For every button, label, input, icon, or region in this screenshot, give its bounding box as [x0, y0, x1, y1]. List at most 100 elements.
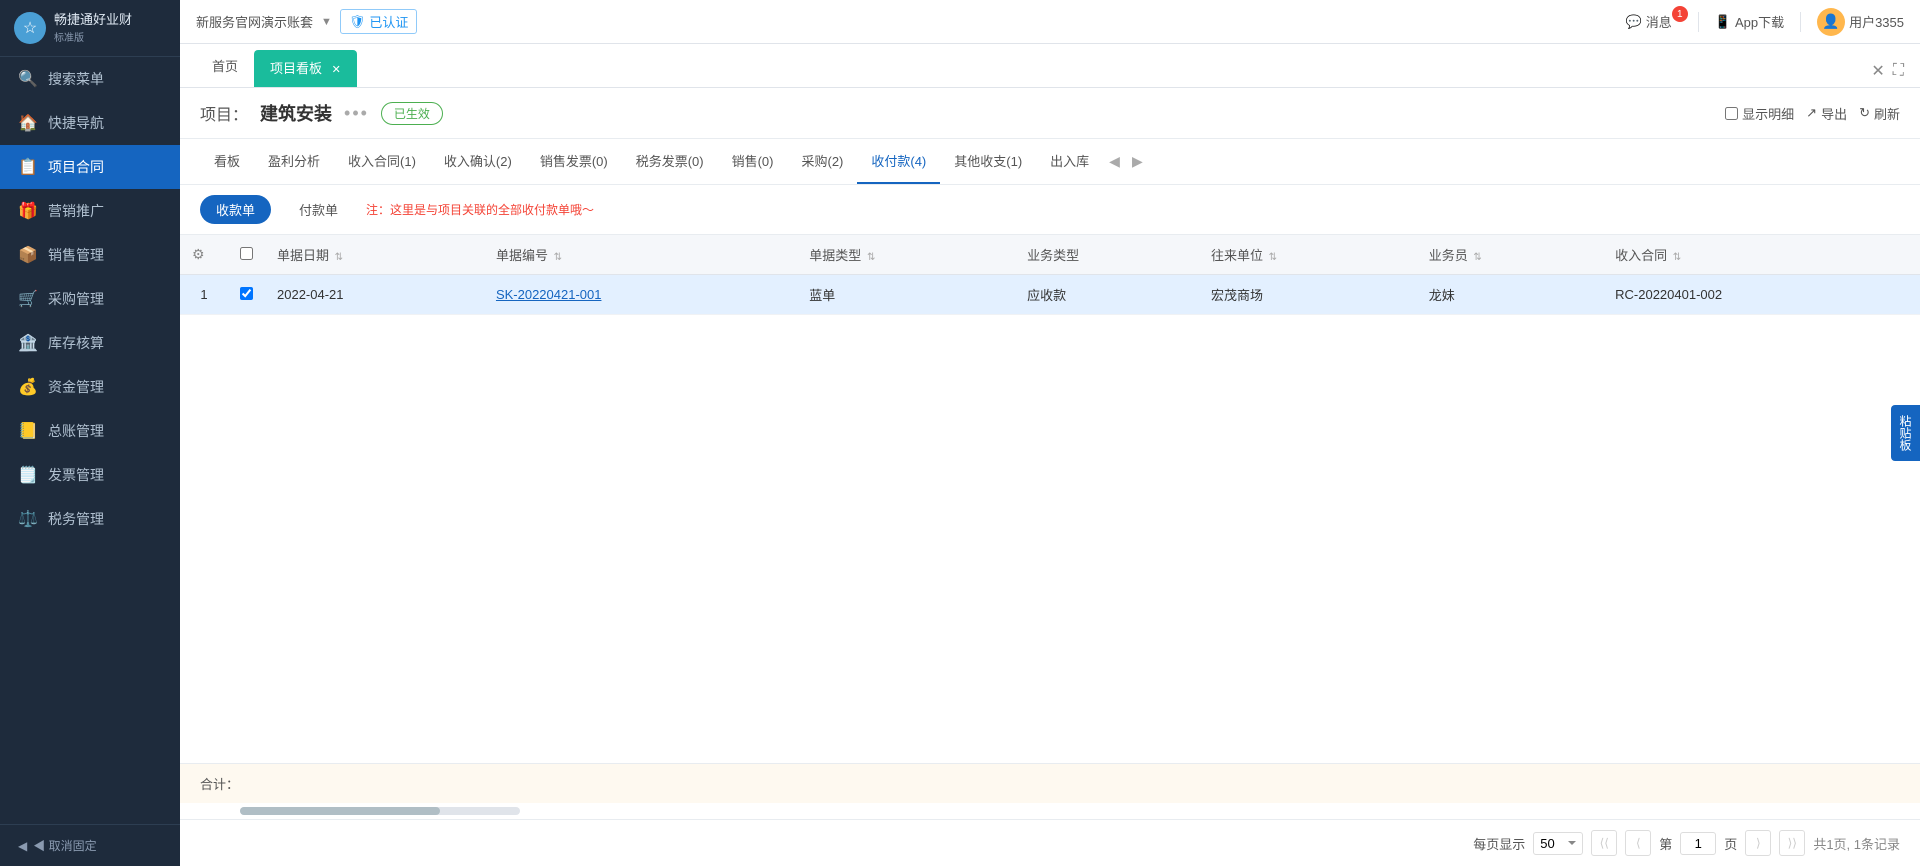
- sub-nav-other-expense[interactable]: 其他收支(1): [940, 139, 1036, 184]
- page-label: 第: [1659, 834, 1672, 853]
- gear-icon[interactable]: ⚙: [192, 246, 205, 262]
- sub-nav-profit[interactable]: 盈利分析: [254, 139, 334, 184]
- sidebar-item-label: 采购管理: [48, 289, 104, 309]
- row-partner: 宏茂商场: [1199, 275, 1417, 315]
- sub-nav-in-out[interactable]: 出入库: [1036, 139, 1103, 184]
- sub-tab-payment[interactable]: 付款单: [283, 195, 354, 224]
- marketing-icon: 🎁: [18, 201, 38, 221]
- phone-icon: 📱: [1715, 14, 1731, 30]
- sidebar-item-quick-nav[interactable]: 🏠 快捷导航: [0, 101, 180, 145]
- th-income-contract[interactable]: 收入合同 ⇅: [1603, 235, 1920, 275]
- sub-nav-income-confirm[interactable]: 收入确认(2): [430, 139, 526, 184]
- sidebar-item-invoice-mgmt[interactable]: 🗒️ 发票管理: [0, 453, 180, 497]
- sidebar: ☆ 畅捷通好业财 标准版 🔍 搜索菜单 🏠 快捷导航 📋 项目合同 🎁 营销推广…: [0, 0, 180, 866]
- sidebar-item-tax-mgmt[interactable]: ⚖️ 税务管理: [0, 497, 180, 541]
- sidebar-item-label: 营销推广: [48, 201, 104, 221]
- sidebar-item-capital-mgmt[interactable]: 💰 资金管理: [0, 365, 180, 409]
- sidebar-item-inventory[interactable]: 🏦 库存核算: [0, 321, 180, 365]
- sub-nav-payment[interactable]: 收付款(4): [857, 139, 940, 184]
- sub-tab-receipt[interactable]: 收款单: [200, 195, 271, 224]
- pin-label: ◀ 取消固定: [33, 837, 96, 854]
- row-doc-no[interactable]: SK-20220421-001: [484, 275, 797, 315]
- tab-close-icon[interactable]: ✕: [332, 64, 341, 76]
- sub-nav-purchase[interactable]: 采购(2): [787, 139, 857, 184]
- th-partner[interactable]: 往来单位 ⇅: [1199, 235, 1417, 275]
- float-panel[interactable]: 粘贴板: [1891, 405, 1920, 461]
- per-page-select-wrap: 20 50 100: [1533, 832, 1583, 855]
- scrollbar-thumb[interactable]: [240, 807, 440, 815]
- first-page-button[interactable]: ⟨⟨: [1591, 830, 1617, 856]
- row-date: 2022-04-21: [265, 275, 484, 315]
- tax-icon: ⚖️: [18, 509, 38, 529]
- page-header-right: 显示明细 ↗ 导出 ↻ 刷新: [1725, 104, 1900, 123]
- topbar-right: 💬 消息 1 📱 App下载 👤 用户3355: [1626, 8, 1904, 36]
- per-page-select[interactable]: 20 50 100: [1533, 832, 1583, 855]
- sidebar-item-purchase-mgmt[interactable]: 🛒 采购管理: [0, 277, 180, 321]
- tab-project-board[interactable]: 项目看板 ✕: [254, 50, 357, 87]
- th-doc-type[interactable]: 单据类型 ⇅: [797, 235, 1015, 275]
- sidebar-item-label: 资金管理: [48, 377, 104, 397]
- page-input[interactable]: [1680, 832, 1716, 855]
- sub-nav-tax-invoice[interactable]: 税务发票(0): [622, 139, 718, 184]
- sub-nav-next-arrow[interactable]: ▶: [1126, 145, 1149, 178]
- row-doc-no-link[interactable]: SK-20220421-001: [496, 287, 602, 302]
- sidebar-pin-toggle[interactable]: ◀ ◀ 取消固定: [0, 824, 180, 866]
- sub-nav-prev-arrow[interactable]: ◀: [1103, 145, 1126, 178]
- export-button[interactable]: ↗ 导出: [1806, 104, 1847, 123]
- per-page-label: 每页显示: [1473, 834, 1525, 853]
- next-page-button[interactable]: ⟩: [1745, 830, 1771, 856]
- show-detail-checkbox[interactable]: [1725, 107, 1738, 120]
- row-checkbox-cell[interactable]: [228, 275, 265, 315]
- sidebar-item-sales-mgmt[interactable]: 📦 销售管理: [0, 233, 180, 277]
- window-maximize-button[interactable]: ⛶: [1893, 62, 1904, 80]
- sub-nav-income-contract[interactable]: 收入合同(1): [334, 139, 430, 184]
- th-gear[interactable]: ⚙: [180, 235, 228, 275]
- show-detail-label: 显示明细: [1742, 104, 1794, 123]
- th-biz-type: 业务类型: [1015, 235, 1199, 275]
- certified-badge: 🛡 已认证: [340, 9, 418, 34]
- sidebar-scroll: 🔍 搜索菜单 🏠 快捷导航 📋 项目合同 🎁 营销推广 📦 销售管理 🛒 采购管…: [0, 57, 180, 824]
- sidebar-item-marketing[interactable]: 🎁 营销推广: [0, 189, 180, 233]
- sidebar-item-label: 发票管理: [48, 465, 104, 485]
- th-salesman[interactable]: 业务员 ⇅: [1417, 235, 1603, 275]
- sidebar-item-ledger-mgmt[interactable]: 📒 总账管理: [0, 409, 180, 453]
- sub-nav-sales-invoice[interactable]: 销售发票(0): [526, 139, 622, 184]
- sidebar-item-project-contract[interactable]: 📋 项目合同: [0, 145, 180, 189]
- account-name[interactable]: 新服务官网演示账套: [196, 12, 313, 31]
- avatar: 👤: [1817, 8, 1845, 36]
- show-detail-checkbox-label[interactable]: 显示明细: [1725, 104, 1794, 123]
- th-doc-no[interactable]: 单据编号 ⇅: [484, 235, 797, 275]
- row-biz-type: 应收款: [1015, 275, 1199, 315]
- th-date[interactable]: 单据日期 ⇅: [265, 235, 484, 275]
- more-options-icon[interactable]: •••: [344, 103, 369, 124]
- last-page-button[interactable]: ⟩⟩: [1779, 830, 1805, 856]
- sub-nav-sales[interactable]: 销售(0): [718, 139, 788, 184]
- sidebar-item-search[interactable]: 🔍 搜索菜单: [0, 57, 180, 101]
- table-row[interactable]: 1 2022-04-21 SK-20220421-001 蓝单 应收款 宏茂商场…: [180, 275, 1920, 315]
- messages-button[interactable]: 💬 消息 1: [1626, 12, 1682, 31]
- sales-icon: 📦: [18, 245, 38, 265]
- horizontal-scrollbar[interactable]: [240, 807, 520, 815]
- sidebar-item-label: 销售管理: [48, 245, 104, 265]
- app-download-button[interactable]: 📱 App下载: [1715, 12, 1784, 31]
- prev-page-button[interactable]: ⟨: [1625, 830, 1651, 856]
- tabbar: 首页 项目看板 ✕ ✕ ⛶: [180, 44, 1920, 88]
- th-checkbox[interactable]: [228, 235, 265, 275]
- account-dropdown-icon[interactable]: ▼: [321, 16, 332, 28]
- sidebar-item-label: 税务管理: [48, 509, 104, 529]
- tab-home[interactable]: 首页: [196, 46, 254, 87]
- row-checkbox[interactable]: [240, 287, 253, 300]
- window-close-button[interactable]: ✕: [1871, 61, 1884, 81]
- purchase-icon: 🛒: [18, 289, 38, 309]
- total-label: 合计：: [200, 777, 239, 792]
- pin-icon: ◀: [18, 839, 27, 853]
- certified-label: 已认证: [369, 12, 408, 31]
- logo-text-block: 畅捷通好业财 标准版: [54, 12, 132, 44]
- user-menu-button[interactable]: 👤 用户3355: [1817, 8, 1904, 36]
- sub-nav-kanban[interactable]: 看板: [200, 139, 254, 184]
- select-all-checkbox[interactable]: [240, 247, 253, 260]
- sidebar-item-label: 项目合同: [48, 157, 104, 177]
- project-icon: 📋: [18, 157, 38, 177]
- refresh-button[interactable]: ↻ 刷新: [1859, 104, 1900, 123]
- export-label: 导出: [1821, 104, 1847, 123]
